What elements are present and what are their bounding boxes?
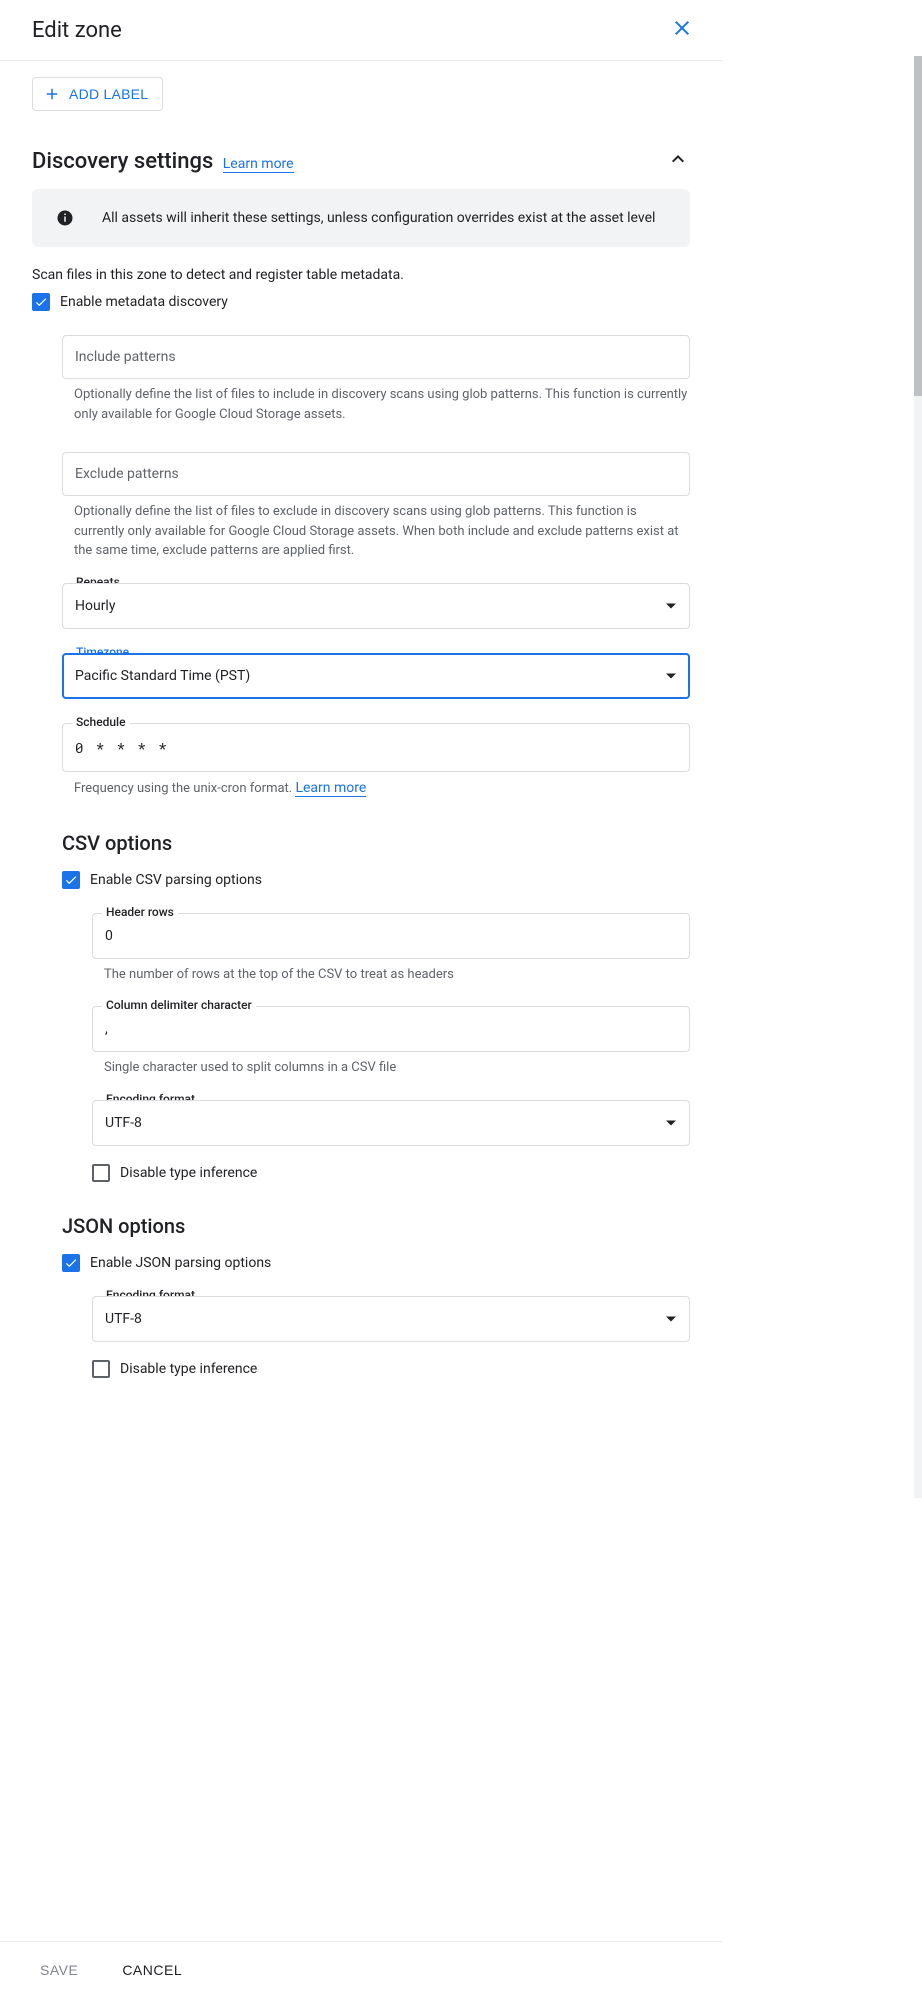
check-icon — [64, 1256, 78, 1270]
close-icon — [670, 16, 694, 40]
add-label-text: ADD LABEL — [69, 86, 148, 102]
scrollbar-thumb[interactable] — [914, 56, 922, 396]
delimiter-label: Column delimiter character — [102, 998, 256, 1012]
check-icon — [34, 295, 48, 309]
enable-json-checkbox[interactable] — [62, 1254, 80, 1272]
enable-csv-checkbox[interactable] — [62, 871, 80, 889]
csv-encoding-select[interactable] — [92, 1100, 690, 1146]
header-rows-helper: The number of rows at the top of the CSV… — [92, 965, 690, 985]
enable-csv-label: Enable CSV parsing options — [90, 872, 262, 888]
discovery-learn-more-link[interactable]: Learn more — [223, 156, 294, 173]
header-rows-label: Header rows — [102, 905, 178, 919]
info-text: All assets will inherit these settings, … — [102, 207, 655, 229]
enable-metadata-label: Enable metadata discovery — [60, 294, 228, 310]
exclude-patterns-input[interactable] — [62, 452, 690, 496]
dialog-footer: SAVE CANCEL — [0, 1941, 722, 1998]
discovery-section-header: Discovery settings Learn more — [32, 147, 690, 175]
cancel-button[interactable]: CANCEL — [114, 1956, 190, 1984]
scrollbar-track[interactable] — [914, 56, 922, 1498]
csv-disable-type-label: Disable type inference — [120, 1165, 257, 1181]
schedule-label: Schedule — [72, 715, 130, 729]
enable-metadata-checkbox[interactable] — [32, 293, 50, 311]
info-icon — [56, 209, 74, 227]
csv-disable-type-checkbox[interactable] — [92, 1164, 110, 1182]
delimiter-helper: Single character used to split columns i… — [92, 1058, 690, 1078]
enable-metadata-row: Enable metadata discovery — [32, 293, 690, 311]
save-button[interactable]: SAVE — [32, 1956, 86, 1984]
json-options-title: JSON options — [62, 1214, 690, 1238]
delimiter-input[interactable] — [92, 1006, 690, 1052]
enable-csv-row: Enable CSV parsing options — [62, 871, 690, 889]
schedule-helper: Frequency using the unix-cron format. Le… — [62, 778, 690, 799]
json-encoding-select[interactable] — [92, 1296, 690, 1342]
dialog-header: Edit zone — [0, 0, 722, 61]
check-icon — [64, 873, 78, 887]
csv-disable-type-row: Disable type inference — [92, 1164, 690, 1182]
collapse-toggle[interactable] — [666, 147, 690, 175]
schedule-input[interactable] — [62, 723, 690, 772]
include-patterns-input[interactable] — [62, 335, 690, 379]
exclude-helper: Optionally define the list of files to e… — [62, 502, 690, 561]
enable-json-row: Enable JSON parsing options — [62, 1254, 690, 1272]
chevron-up-icon — [666, 147, 690, 171]
add-label-button[interactable]: ADD LABEL — [32, 77, 163, 111]
timezone-select[interactable] — [62, 653, 690, 699]
plus-icon — [43, 85, 61, 103]
info-banner: All assets will inherit these settings, … — [32, 189, 690, 247]
schedule-learn-more-link[interactable]: Learn more — [295, 780, 366, 797]
enable-json-label: Enable JSON parsing options — [90, 1255, 271, 1271]
json-disable-type-row: Disable type inference — [92, 1360, 690, 1378]
header-rows-input[interactable] — [92, 913, 690, 959]
dialog-title: Edit zone — [32, 18, 122, 43]
dialog-content: ADD LABEL Discovery settings Learn more … — [0, 61, 722, 1422]
scan-description: Scan files in this zone to detect and re… — [32, 267, 690, 283]
close-button[interactable] — [670, 16, 694, 44]
json-disable-type-checkbox[interactable] — [92, 1360, 110, 1378]
repeats-select[interactable] — [62, 583, 690, 629]
csv-options-title: CSV options — [62, 831, 690, 855]
json-disable-type-label: Disable type inference — [120, 1361, 257, 1377]
include-helper: Optionally define the list of files to i… — [62, 385, 690, 424]
discovery-title: Discovery settings — [32, 149, 213, 174]
